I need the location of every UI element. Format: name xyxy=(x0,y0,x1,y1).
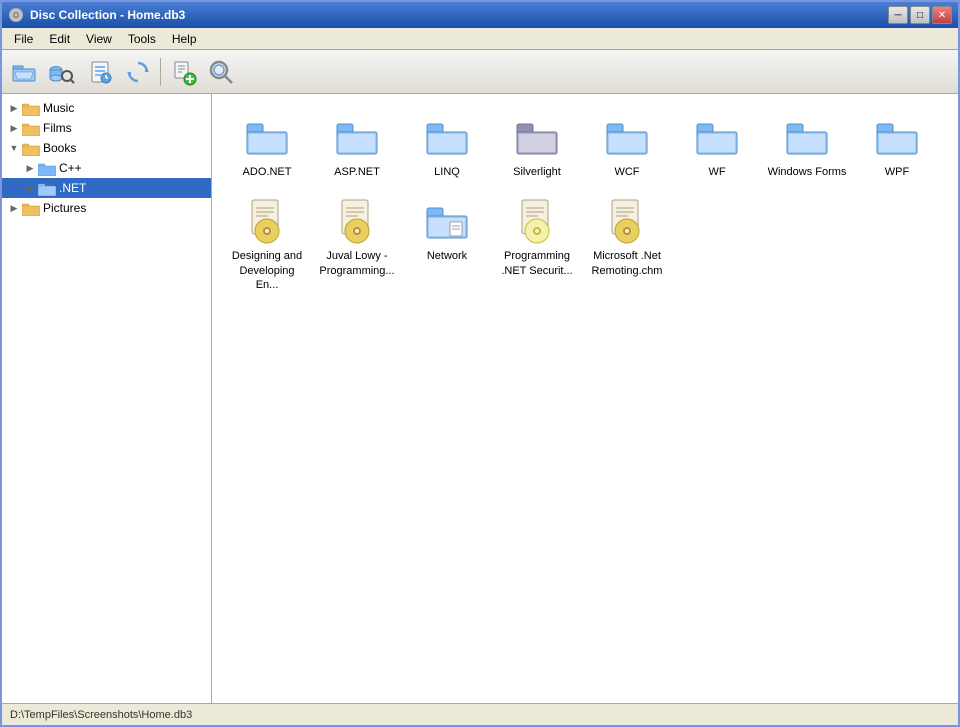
item-juval[interactable]: Juval Lowy - Programming... xyxy=(312,188,402,301)
icon-windows-forms xyxy=(783,113,831,161)
tree-label-books: Books xyxy=(43,141,76,155)
tree-item-cpp[interactable]: ▶ C++ xyxy=(2,158,211,178)
expander-cpp[interactable]: ▶ xyxy=(22,160,38,176)
tree-label-films: Films xyxy=(43,121,72,135)
toolbar xyxy=(2,50,958,94)
toolbar-sep-1 xyxy=(160,58,161,86)
label-programming-net: Programming .NET Securit... xyxy=(497,249,577,278)
folder-icon-books xyxy=(22,140,40,156)
maximize-button[interactable]: □ xyxy=(910,6,930,24)
item-silverlight[interactable]: Silverlight xyxy=(492,104,582,188)
menu-help[interactable]: Help xyxy=(164,30,205,47)
label-wf: WF xyxy=(708,165,725,179)
minimize-button[interactable]: ─ xyxy=(888,6,908,24)
icon-designing xyxy=(243,197,291,245)
sidebar: ▶ Music ▶ Films ▼ xyxy=(2,94,212,703)
tree-label-dotnet: .NET xyxy=(59,181,86,195)
folder-icon-dotnet xyxy=(38,180,56,196)
label-linq: LINQ xyxy=(434,165,460,179)
folder-icon-cpp xyxy=(38,160,56,176)
item-ado-net[interactable]: ADO.NET xyxy=(222,104,312,188)
label-network: Network xyxy=(427,249,467,263)
item-wpf[interactable]: WPF xyxy=(852,104,942,188)
close-button[interactable]: ✕ xyxy=(932,6,952,24)
label-asp-net: ASP.NET xyxy=(334,165,380,179)
tree-item-books[interactable]: ▼ Books xyxy=(2,138,211,158)
item-wf[interactable]: WF xyxy=(672,104,762,188)
item-microsoft-net[interactable]: Microsoft .Net Remoting.chm xyxy=(582,188,672,301)
open-button[interactable] xyxy=(6,54,42,90)
item-wcf[interactable]: WCF xyxy=(582,104,672,188)
expander-films[interactable]: ▶ xyxy=(6,120,22,136)
status-bar: D:\TempFiles\Screenshots\Home.db3 xyxy=(2,703,958,725)
item-asp-net[interactable]: ASP.NET xyxy=(312,104,402,188)
item-network[interactable]: Network xyxy=(402,188,492,301)
title-bar-disc-icon xyxy=(8,7,24,23)
menu-bar: File Edit View Tools Help xyxy=(2,28,958,50)
title-bar: Disc Collection - Home.db3 ─ □ ✕ xyxy=(2,2,958,28)
icon-linq xyxy=(423,113,471,161)
title-bar-controls: ─ □ ✕ xyxy=(888,6,952,24)
item-designing[interactable]: Designing and Developing En... xyxy=(222,188,312,301)
folder-icon-pictures xyxy=(22,200,40,216)
folder-icon-music xyxy=(22,100,40,116)
icon-ado-net xyxy=(243,113,291,161)
label-silverlight: Silverlight xyxy=(513,165,561,179)
tree-item-films[interactable]: ▶ Films xyxy=(2,118,211,138)
zoom-button[interactable] xyxy=(203,54,239,90)
icon-network xyxy=(423,197,471,245)
item-windows-forms[interactable]: Windows Forms xyxy=(762,104,852,188)
reports-button[interactable] xyxy=(82,54,118,90)
tree-item-music[interactable]: ▶ Music xyxy=(2,98,211,118)
expander-dotnet[interactable]: ▶ xyxy=(22,180,38,196)
item-programming-net[interactable]: Programming .NET Securit... xyxy=(492,188,582,301)
icon-microsoft-net xyxy=(603,197,651,245)
main-area: ▶ Music ▶ Films ▼ xyxy=(2,94,958,703)
menu-tools[interactable]: Tools xyxy=(120,30,164,47)
menu-view[interactable]: View xyxy=(78,30,120,47)
item-linq[interactable]: LINQ xyxy=(402,104,492,188)
label-juval: Juval Lowy - Programming... xyxy=(317,249,397,278)
tree-label-music: Music xyxy=(43,101,74,115)
status-text: D:\TempFiles\Screenshots\Home.db3 xyxy=(10,709,192,721)
expander-music[interactable]: ▶ xyxy=(6,100,22,116)
label-windows-forms: Windows Forms xyxy=(768,165,847,179)
label-designing: Designing and Developing En... xyxy=(227,249,307,292)
menu-edit[interactable]: Edit xyxy=(41,30,78,47)
label-ado-net: ADO.NET xyxy=(243,165,292,179)
expander-pictures[interactable]: ▶ xyxy=(6,200,22,216)
tree-label-cpp: C++ xyxy=(59,161,82,175)
icon-juval xyxy=(333,197,381,245)
title-bar-left: Disc Collection - Home.db3 xyxy=(8,7,185,23)
folder-icon-films xyxy=(22,120,40,136)
add-button[interactable] xyxy=(165,54,201,90)
tree-item-pictures[interactable]: ▶ Pictures xyxy=(2,198,211,218)
label-microsoft-net: Microsoft .Net Remoting.chm xyxy=(587,249,667,278)
icon-wf xyxy=(693,113,741,161)
label-wcf: WCF xyxy=(614,165,639,179)
icon-wcf xyxy=(603,113,651,161)
label-wpf: WPF xyxy=(885,165,909,179)
window-title: Disc Collection - Home.db3 xyxy=(30,8,185,22)
refresh-button[interactable] xyxy=(120,54,156,90)
menu-file[interactable]: File xyxy=(6,30,41,47)
content-area[interactable]: ADO.NET ASP.NET xyxy=(212,94,958,703)
icon-silverlight xyxy=(513,113,561,161)
tree-item-dotnet[interactable]: ▶ .NET xyxy=(2,178,211,198)
expander-books[interactable]: ▼ xyxy=(6,140,22,156)
tree-label-pictures: Pictures xyxy=(43,201,86,215)
icon-programming-net xyxy=(513,197,561,245)
icon-asp-net xyxy=(333,113,381,161)
main-window: Disc Collection - Home.db3 ─ □ ✕ File Ed… xyxy=(0,0,960,727)
icon-wpf xyxy=(873,113,921,161)
search-db-button[interactable] xyxy=(44,54,80,90)
icon-grid: ADO.NET ASP.NET xyxy=(222,104,948,301)
